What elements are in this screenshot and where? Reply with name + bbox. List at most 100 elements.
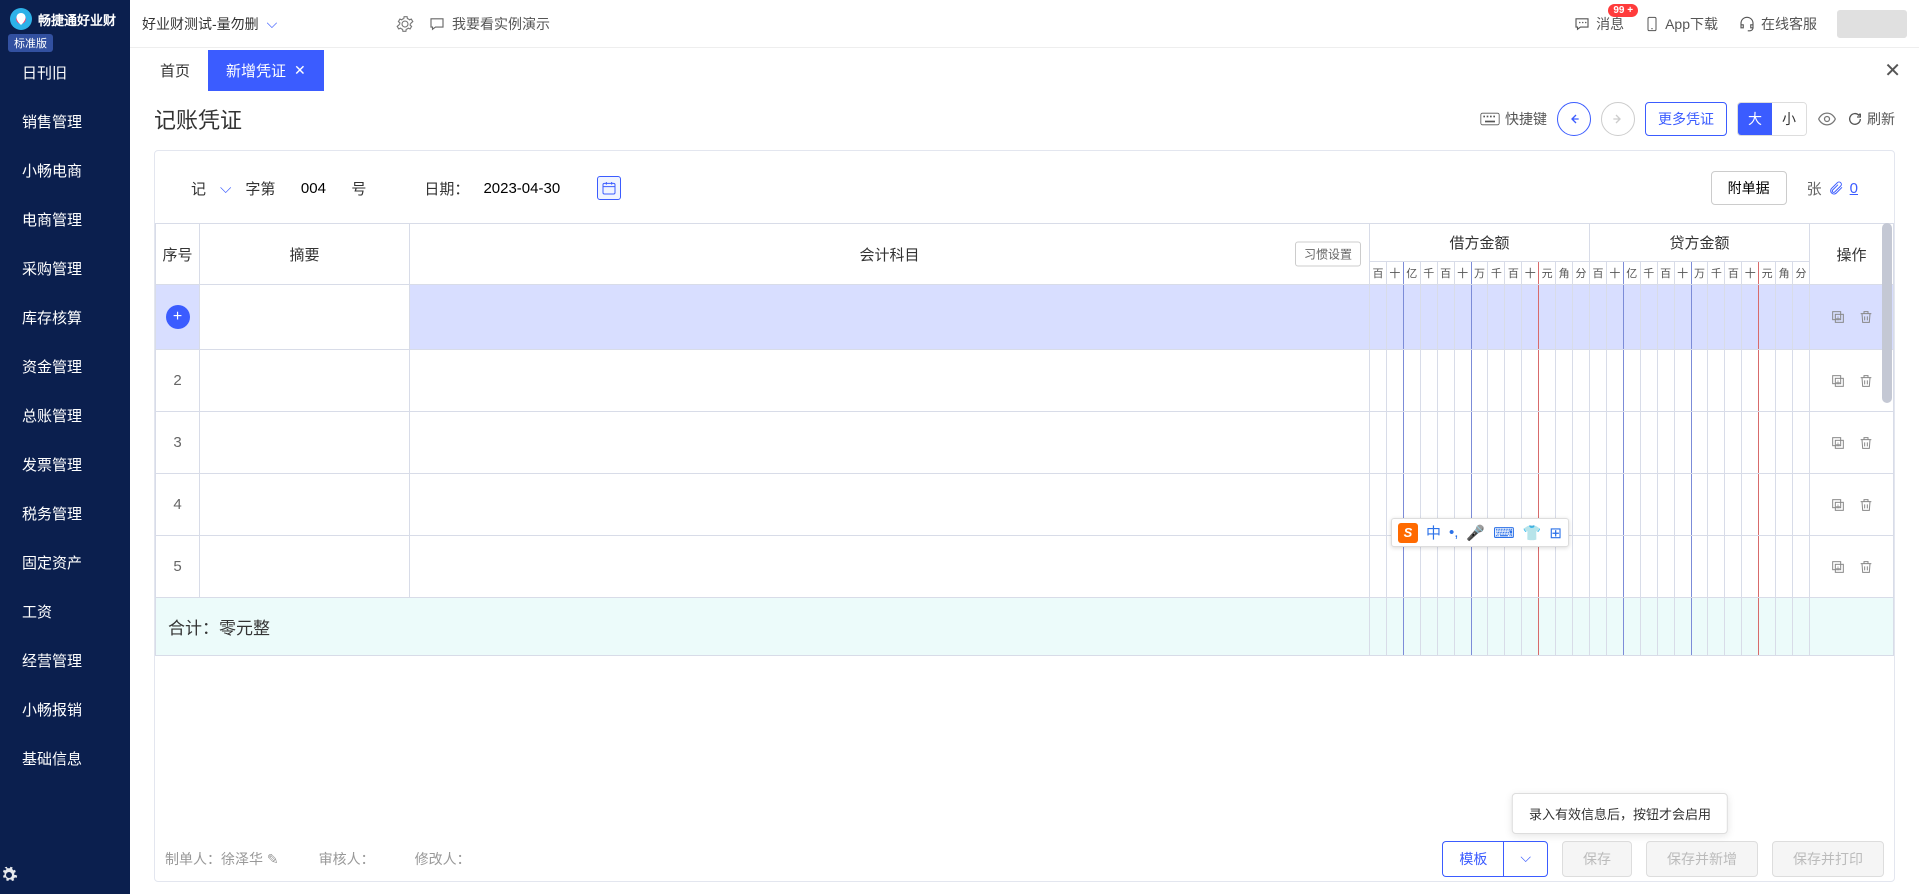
sidebar-item[interactable]: 基础信息	[0, 734, 130, 783]
debit-cell[interactable]	[1370, 285, 1590, 350]
copy-row-icon[interactable]	[1830, 309, 1846, 325]
ime-keyboard-icon[interactable]: ⌨	[1493, 524, 1515, 542]
size-small-button[interactable]: 小	[1772, 103, 1806, 135]
save-print-button[interactable]: 保存并打印	[1772, 841, 1884, 877]
service-button[interactable]: 在线客服	[1738, 14, 1817, 34]
refresh-icon	[1847, 111, 1863, 127]
credit-cell[interactable]	[1590, 350, 1810, 412]
subject-cell[interactable]	[410, 350, 1370, 412]
summary-cell[interactable]	[200, 285, 410, 350]
voucher-type[interactable]: 记	[191, 178, 206, 199]
next-button[interactable]	[1601, 102, 1635, 136]
subject-cell[interactable]	[410, 536, 1370, 598]
ime-toolbar[interactable]: S 中 •, 🎤 ⌨ 👕 ⊞	[1391, 518, 1569, 547]
tab-home[interactable]: 首页	[142, 50, 208, 91]
save-new-button[interactable]: 保存并新增	[1646, 841, 1758, 877]
tab-new-voucher[interactable]: 新增凭证 ✕	[208, 50, 324, 91]
more-vouchers-button[interactable]: 更多凭证	[1645, 102, 1727, 136]
gear-icon	[0, 866, 18, 884]
sidebar-item[interactable]: 库存核算	[0, 293, 130, 342]
settings-button[interactable]	[396, 15, 414, 33]
brand-name: 畅捷通好业财	[38, 10, 116, 29]
add-row-button[interactable]: +	[166, 305, 190, 329]
subject-cell[interactable]	[410, 285, 1370, 350]
project-selector[interactable]: 好业财测试-量勿删 ⌵	[142, 14, 382, 34]
ime-punct-icon[interactable]: •,	[1449, 524, 1458, 541]
subject-cell[interactable]	[410, 474, 1370, 536]
user-avatar[interactable]	[1837, 10, 1907, 38]
close-icon[interactable]: ✕	[294, 62, 306, 79]
summary-cell[interactable]	[200, 474, 410, 536]
summary-cell[interactable]	[200, 350, 410, 412]
delete-row-icon[interactable]	[1858, 309, 1874, 325]
credit-cell[interactable]	[1590, 474, 1810, 536]
scrollbar-thumb[interactable]	[1882, 223, 1892, 403]
chevron-down-icon[interactable]: ⌵	[220, 180, 231, 197]
sidebar-item[interactable]: 资金管理	[0, 342, 130, 391]
refresh-button[interactable]: 刷新	[1847, 109, 1895, 129]
sheets-count[interactable]: 0	[1850, 180, 1858, 197]
message-icon	[1573, 15, 1591, 33]
sidebar-item[interactable]: 固定资产	[0, 538, 130, 587]
summary-cell[interactable]	[200, 412, 410, 474]
voucher-number-input[interactable]	[289, 180, 337, 197]
view-button[interactable]	[1817, 109, 1837, 129]
ime-toolbox-icon[interactable]: ⊞	[1549, 524, 1562, 542]
calendar-button[interactable]	[597, 176, 621, 200]
summary-input[interactable]	[204, 289, 405, 341]
eye-icon	[1817, 109, 1837, 129]
sidebar-settings[interactable]	[0, 856, 130, 894]
sidebar-item-partial[interactable]: 日刊旧	[0, 58, 130, 97]
copy-row-icon[interactable]	[1830, 373, 1846, 389]
sidebar-item[interactable]: 小畅报销	[0, 685, 130, 734]
demo-link[interactable]: 我要看实例演示	[428, 14, 550, 34]
sidebar-item[interactable]: 工资	[0, 587, 130, 636]
sidebar-item[interactable]: 电商管理	[0, 195, 130, 244]
th-credit: 贷方金额	[1590, 224, 1810, 262]
keyboard-icon	[1480, 112, 1500, 126]
th-summary: 摘要	[200, 224, 410, 285]
sidebar-item[interactable]: 发票管理	[0, 440, 130, 489]
paperclip-icon[interactable]	[1828, 180, 1844, 196]
save-button[interactable]: 保存	[1562, 841, 1632, 877]
delete-row-icon[interactable]	[1858, 435, 1874, 451]
sidebar-item[interactable]: 采购管理	[0, 244, 130, 293]
messages-button[interactable]: 消息 99 +	[1573, 14, 1624, 34]
credit-cell[interactable]	[1590, 536, 1810, 598]
copy-row-icon[interactable]	[1830, 497, 1846, 513]
template-button[interactable]: 模板⌵	[1442, 841, 1548, 877]
size-large-button[interactable]: 大	[1738, 103, 1772, 135]
sidebar-item[interactable]: 经营管理	[0, 636, 130, 685]
credit-cell[interactable]	[1590, 412, 1810, 474]
debit-cell[interactable]	[1370, 350, 1590, 412]
delete-row-icon[interactable]	[1858, 559, 1874, 575]
seq-cell: 2	[156, 350, 200, 412]
voucher-date-input[interactable]	[483, 180, 583, 197]
ops-cell	[1810, 350, 1894, 412]
credit-cell[interactable]	[1590, 285, 1810, 350]
close-all-icon[interactable]: ✕	[1884, 58, 1901, 83]
copy-row-icon[interactable]	[1830, 435, 1846, 451]
copy-row-icon[interactable]	[1830, 559, 1846, 575]
summary-cell[interactable]	[200, 536, 410, 598]
debit-cell[interactable]	[1370, 412, 1590, 474]
ime-mic-icon[interactable]: 🎤	[1466, 524, 1485, 542]
sidebar-item[interactable]: 税务管理	[0, 489, 130, 538]
prev-button[interactable]	[1557, 102, 1591, 136]
attach-button[interactable]: 附单据	[1711, 171, 1787, 205]
sidebar-item[interactable]: 小畅电商	[0, 146, 130, 195]
habit-settings-button[interactable]: 习惯设置	[1295, 242, 1361, 267]
subject-cell[interactable]	[410, 412, 1370, 474]
calendar-icon	[601, 180, 617, 196]
delete-row-icon[interactable]	[1858, 497, 1874, 513]
sidebar-item[interactable]: 总账管理	[0, 391, 130, 440]
app-download-button[interactable]: App下载	[1644, 14, 1718, 34]
sidebar-item[interactable]: 销售管理	[0, 97, 130, 146]
delete-row-icon[interactable]	[1858, 373, 1874, 389]
edit-icon[interactable]: ✎	[267, 851, 279, 867]
seq-cell: 5	[156, 536, 200, 598]
ime-skin-icon[interactable]: 👕	[1523, 524, 1542, 542]
ops-cell	[1810, 412, 1894, 474]
shortcut-button[interactable]: 快捷键	[1480, 109, 1547, 129]
ops-cell	[1810, 285, 1894, 350]
